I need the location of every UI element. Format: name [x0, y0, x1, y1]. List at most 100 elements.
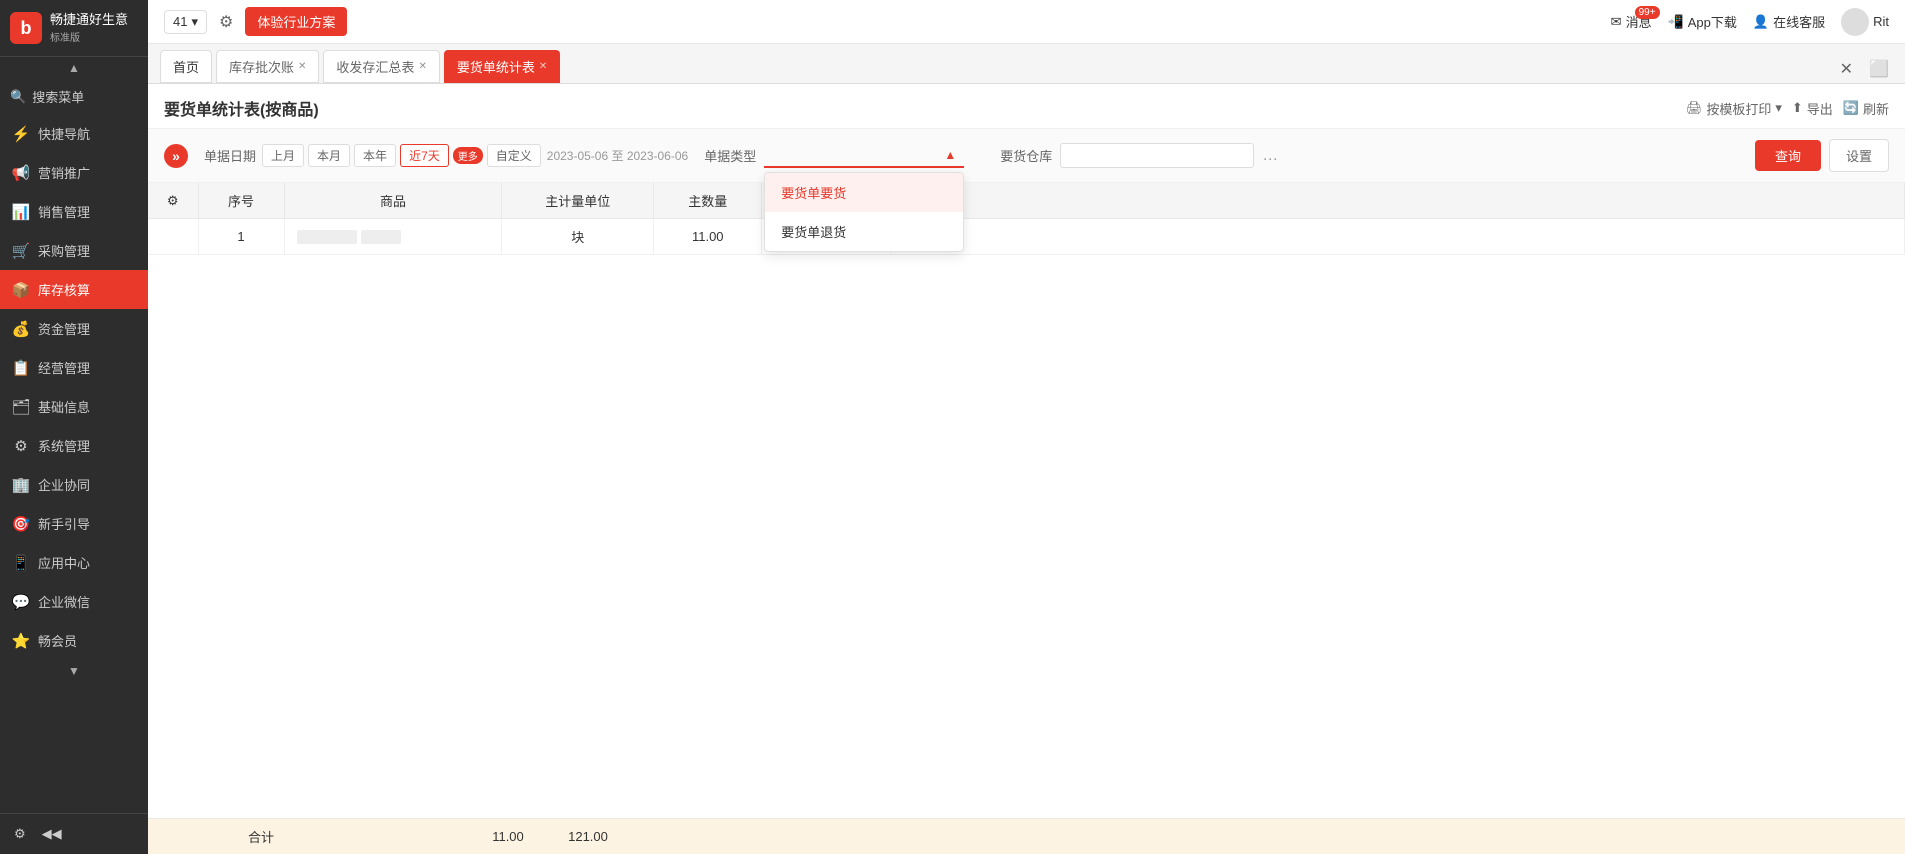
tab-order-summary[interactable]: 要货单统计表 ✕ — [444, 50, 560, 83]
sidebar-settings-btn[interactable]: ⚙ — [10, 822, 30, 846]
sidebar-item-quick-nav[interactable]: ⚡ 快捷导航 — [0, 114, 148, 153]
table-footer: 合计 11.00 121.00 — [148, 818, 1905, 854]
type-dropdown-menu: 要货单要货 要货单退货 — [764, 172, 964, 252]
export-button[interactable]: ⬆ 导出 — [1792, 99, 1833, 118]
sidebar-item-appstore[interactable]: 📱 应用中心 — [0, 543, 148, 582]
row-product — [284, 219, 502, 255]
sidebar-item-label: 应用中心 — [38, 553, 90, 572]
org-selector[interactable]: 41 ▾ — [164, 10, 207, 34]
online-service-label: 在线客服 — [1773, 12, 1825, 31]
warehouse-more-btn[interactable]: … — [1262, 147, 1278, 165]
trial-button[interactable]: 体验行业方案 — [245, 7, 347, 36]
date-btn-this-month[interactable]: 本月 — [308, 144, 350, 167]
print-button[interactable]: 🖨 按模板打印 ▾ — [1686, 99, 1782, 118]
sidebar-item-system[interactable]: ⚙ 系统管理 — [0, 426, 148, 465]
tab-home[interactable]: 首页 — [160, 50, 212, 83]
sidebar-item-inventory[interactable]: 📦 库存核算 — [0, 270, 148, 309]
close-tab-receive-summary[interactable]: ✕ — [418, 61, 426, 72]
guide-icon: 🎯 — [12, 515, 30, 533]
date-filter-label: 单据日期 — [204, 146, 256, 165]
close-tab-action[interactable]: ✕ — [1836, 55, 1857, 83]
sidebar-collapse-btn[interactable]: ◀◀ — [38, 822, 66, 846]
page-container: 要货单统计表(按商品) 🖨 按模板打印 ▾ ⬆ 导出 🔄 刷新 » — [148, 84, 1905, 854]
print-label: 按模板打印 — [1706, 99, 1771, 118]
online-service-action[interactable]: 👤 在线客服 — [1753, 12, 1825, 31]
sidebar-item-label: 基础信息 — [38, 397, 90, 416]
finance-icon: 💰 — [12, 320, 30, 338]
sidebar-item-label: 库存核算 — [38, 280, 90, 299]
page-header-actions: 🖨 按模板打印 ▾ ⬆ 导出 🔄 刷新 — [1686, 99, 1889, 118]
date-btn-this-year[interactable]: 本年 — [354, 144, 396, 167]
sidebar-item-purchase[interactable]: 🛒 采购管理 — [0, 231, 148, 270]
sidebar-item-vip[interactable]: ⭐ 畅会员 — [0, 621, 148, 660]
brand-name: 畅捷通好生意 — [50, 12, 128, 29]
sidebar-scroll-up[interactable]: ▲ — [0, 57, 148, 79]
app-download-label: App下载 — [1688, 12, 1737, 31]
date-btn-custom[interactable]: 自定义 — [487, 144, 541, 167]
vip-icon: ⭐ — [12, 632, 30, 650]
sidebar-item-label: 资金管理 — [38, 319, 90, 338]
message-action[interactable]: ✉ 消息 99+ — [1611, 12, 1652, 31]
query-button[interactable]: 查询 — [1755, 140, 1821, 171]
row-no: 1 — [198, 219, 284, 255]
filter-toggle-btn[interactable]: » — [164, 144, 188, 168]
service-icon: 👤 — [1753, 14, 1769, 30]
tab-bar: 首页 库存批次账 ✕ 收发存汇总表 ✕ 要货单统计表 ✕ ✕ ⬜ — [148, 44, 1905, 84]
warehouse-filter-label: 要货仓库 — [1000, 146, 1052, 165]
sidebar-item-marketing[interactable]: 📢 营销推广 — [0, 153, 148, 192]
table-row: 1 块 11.00 121.00 — [148, 219, 1905, 255]
settings-button[interactable]: 设置 — [1829, 139, 1889, 172]
col-extra — [892, 183, 1905, 219]
sidebar-item-basic[interactable]: 🗂 基础信息 — [0, 387, 148, 426]
sidebar-item-finance[interactable]: 💰 资金管理 — [0, 309, 148, 348]
date-buttons: 上月 本月 本年 近7天 更多 自定义 — [262, 144, 541, 167]
date-btn-last-7-days[interactable]: 近7天 — [400, 144, 449, 167]
header-settings-icon[interactable]: ⚙ — [219, 12, 233, 32]
maximize-tab-action[interactable]: ⬜ — [1865, 55, 1893, 83]
sidebar-scroll-down[interactable]: ▼ — [0, 660, 148, 682]
user-profile[interactable]: Rit — [1841, 8, 1889, 36]
quick-nav-icon: ⚡ — [12, 125, 30, 143]
sidebar-item-label: 畅会员 — [38, 631, 77, 650]
sidebar-search[interactable]: 🔍 搜索菜单 — [0, 79, 148, 114]
org-name: 41 — [173, 14, 187, 29]
appstore-icon: 📱 — [12, 554, 30, 572]
type-select[interactable]: ▲ — [764, 144, 964, 168]
tab-receive-summary[interactable]: 收发存汇总表 ✕ — [323, 50, 439, 83]
sidebar-item-wechat[interactable]: 💬 企业微信 — [0, 582, 148, 621]
top-header: 41 ▾ ⚙ 体验行业方案 ✉ 消息 99+ 📲 App下载 👤 在线客服 R — [148, 0, 1905, 44]
sidebar-item-label: 经营管理 — [38, 358, 90, 377]
footer-label: 合计 — [248, 830, 274, 845]
app-download-action[interactable]: 📲 App下载 — [1668, 12, 1737, 31]
warehouse-input[interactable] — [1060, 143, 1254, 168]
sidebar: b 畅捷通好生意 标准版 ▲ 🔍 搜索菜单 ⚡ 快捷导航 📢 营销推广 📊 销售… — [0, 0, 148, 854]
inventory-icon: 📦 — [12, 281, 30, 299]
sidebar-item-label: 快捷导航 — [38, 124, 90, 143]
download-icon: 📲 — [1668, 14, 1684, 30]
sidebar-item-label: 新手引导 — [38, 514, 90, 533]
date-filter-group: 单据日期 上月 本月 本年 近7天 更多 自定义 2023-05-06 至 20… — [204, 144, 688, 167]
row-qty: 11.00 — [654, 219, 762, 255]
col-settings[interactable]: ⚙ — [148, 183, 198, 219]
close-tab-batch-account[interactable]: ✕ — [298, 61, 306, 72]
warehouse-filter-group: 要货仓库 … — [1000, 143, 1278, 168]
sidebar-item-operations[interactable]: 📋 经营管理 — [0, 348, 148, 387]
page-header: 要货单统计表(按商品) 🖨 按模板打印 ▾ ⬆ 导出 🔄 刷新 — [148, 84, 1905, 129]
refresh-label: 刷新 — [1863, 99, 1889, 118]
date-btn-last-month[interactable]: 上月 — [262, 144, 304, 167]
dropdown-item-order-return[interactable]: 要货单退货 — [765, 212, 963, 251]
message-icon: ✉ — [1611, 14, 1622, 30]
sidebar-item-guide[interactable]: 🎯 新手引导 — [0, 504, 148, 543]
sidebar-item-enterprise[interactable]: 🏢 企业协同 — [0, 465, 148, 504]
export-label: 导出 — [1807, 99, 1833, 118]
close-tab-order-summary[interactable]: ✕ — [539, 61, 547, 72]
wechat-icon: 💬 — [12, 593, 30, 611]
sidebar-item-sales[interactable]: 📊 销售管理 — [0, 192, 148, 231]
system-icon: ⚙ — [12, 437, 30, 455]
type-filter-group: 单据类型 ▲ 要货单要货 要货单退货 — [704, 144, 964, 168]
row-extra — [892, 219, 1905, 255]
main-content: 41 ▾ ⚙ 体验行业方案 ✉ 消息 99+ 📲 App下载 👤 在线客服 R — [148, 0, 1905, 854]
dropdown-item-order-goods[interactable]: 要货单要货 — [765, 173, 963, 212]
refresh-button[interactable]: 🔄 刷新 — [1843, 99, 1889, 118]
tab-batch-account[interactable]: 库存批次账 ✕ — [216, 50, 319, 83]
